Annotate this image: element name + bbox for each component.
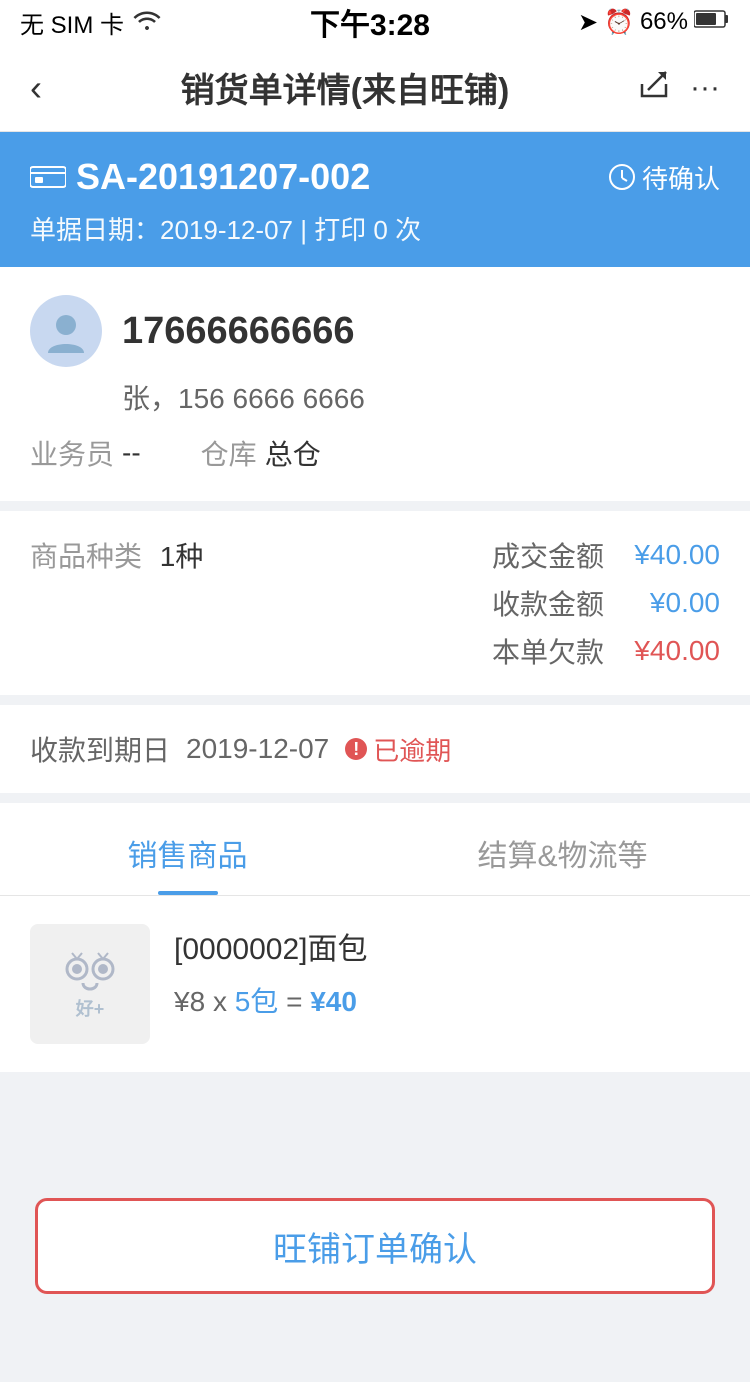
customer-top: 17666666666: [30, 295, 720, 367]
received-amount-value: ¥0.00: [620, 587, 720, 619]
tab-settlement[interactable]: 结算&物流等: [375, 803, 750, 895]
product-types-label: 商品种类: [30, 541, 142, 572]
overdue-badge: ! 已逾期: [345, 731, 451, 768]
overdue-dot-icon: !: [345, 738, 367, 760]
tabs-section: 销售商品 结算&物流等: [0, 803, 750, 896]
tab-products[interactable]: 销售商品: [0, 803, 375, 895]
share-icon[interactable]: [638, 68, 670, 108]
product-total: ¥40: [310, 986, 357, 1017]
summary-left: 商品种类 1种: [30, 535, 203, 575]
alarm-icon: ⏰: [604, 8, 634, 37]
balance-due-row: 本单欠款 ¥40.00: [492, 631, 720, 671]
order-date: 单据日期：2019-12-07 | 打印 0 次: [30, 210, 720, 247]
due-date-label: 收款到期日: [30, 729, 170, 769]
time-display: 下午3:28: [310, 0, 430, 44]
status-bar: 无 SIM 卡 下午3:28 ➤ ⏰ 66%: [0, 0, 750, 44]
transaction-amount-row: 成交金额 ¥40.00: [492, 535, 720, 575]
more-icon[interactable]: ···: [690, 71, 720, 105]
order-number: SA-20191207-002: [30, 156, 370, 198]
status-right: ➤ ⏰ 66%: [578, 8, 730, 37]
carrier-text: 无 SIM 卡: [20, 5, 124, 40]
transaction-amount-value: ¥40.00: [620, 539, 720, 571]
confirm-btn-container: 旺铺订单确认: [35, 1198, 715, 1294]
battery-icon: [694, 8, 730, 36]
nav-actions: ···: [638, 68, 720, 108]
received-amount-row: 收款金额 ¥0.00: [492, 583, 720, 623]
order-status: 待确认: [608, 159, 720, 196]
customer-section: 17666666666 张，156 6666 6666 业务员 -- 仓库 总仓: [0, 267, 750, 511]
product-qty: 5包: [235, 986, 279, 1017]
status-text: 待确认: [642, 159, 720, 196]
salesperson-value: --: [122, 437, 141, 469]
balance-due-label: 本单欠款: [492, 631, 604, 671]
warehouse-field: 仓库 总仓: [201, 433, 321, 473]
customer-avatar: [30, 295, 102, 367]
tab-settlement-label: 结算&物流等: [477, 840, 647, 873]
product-price: ¥8: [174, 986, 205, 1017]
multiply-sign: x: [213, 986, 235, 1017]
confirm-button-label: 旺铺订单确认: [273, 1222, 477, 1271]
status-left: 无 SIM 卡: [20, 5, 162, 40]
customer-phone: 17666666666: [122, 310, 354, 353]
equals-sign: =: [286, 986, 310, 1017]
tab-products-label: 销售商品: [128, 840, 248, 873]
customer-name: 张，156 6666 6666: [122, 377, 720, 417]
wifi-icon: [132, 8, 162, 37]
transaction-amount-label: 成交金额: [492, 535, 604, 575]
customer-meta: 业务员 -- 仓库 总仓: [30, 433, 720, 473]
order-header: SA-20191207-002 待确认 单据日期：2019-12-07 | 打印…: [0, 132, 750, 267]
due-date-value: 2019-12-07: [186, 733, 329, 765]
balance-due-value: ¥40.00: [620, 635, 720, 667]
battery-text: 66%: [640, 8, 688, 36]
received-amount-label: 收款金额: [492, 583, 604, 623]
tabs-row: 销售商品 结算&物流等: [0, 803, 750, 895]
product-thumbnail: 好+: [30, 924, 150, 1044]
product-item: 好+ [0000002]面包 ¥8 x 5包 = ¥40: [0, 896, 750, 1072]
summary-section: 商品种类 1种 成交金额 ¥40.00 收款金额 ¥0.00 本单欠款 ¥40.…: [0, 511, 750, 705]
page-title: 销货单详情(来自旺铺): [52, 63, 638, 112]
product-logo: 好+: [55, 947, 125, 1021]
nav-bar: ‹ 销货单详情(来自旺铺) ···: [0, 44, 750, 132]
product-types-value: 1种: [160, 541, 204, 572]
product-info: [0000002]面包 ¥8 x 5包 = ¥40: [174, 924, 720, 1020]
product-price-row: ¥8 x 5包 = ¥40: [174, 980, 720, 1020]
summary-right: 成交金额 ¥40.00 收款金额 ¥0.00 本单欠款 ¥40.00: [492, 535, 720, 671]
order-header-top: SA-20191207-002 待确认: [30, 156, 720, 198]
overdue-text: 已逾期: [373, 731, 451, 768]
salesperson-field: 业务员 --: [30, 433, 141, 473]
product-name: [0000002]面包: [174, 924, 720, 968]
warehouse-label: 仓库: [201, 433, 257, 473]
location-icon: ➤: [578, 8, 598, 37]
due-section: 收款到期日 2019-12-07 ! 已逾期: [0, 705, 750, 803]
product-list: 好+ [0000002]面包 ¥8 x 5包 = ¥40: [0, 896, 750, 1082]
salesperson-label: 业务员: [30, 433, 114, 473]
confirm-button[interactable]: 旺铺订单确认: [35, 1198, 715, 1294]
back-button[interactable]: ‹: [20, 57, 52, 119]
warehouse-value: 总仓: [265, 433, 321, 473]
